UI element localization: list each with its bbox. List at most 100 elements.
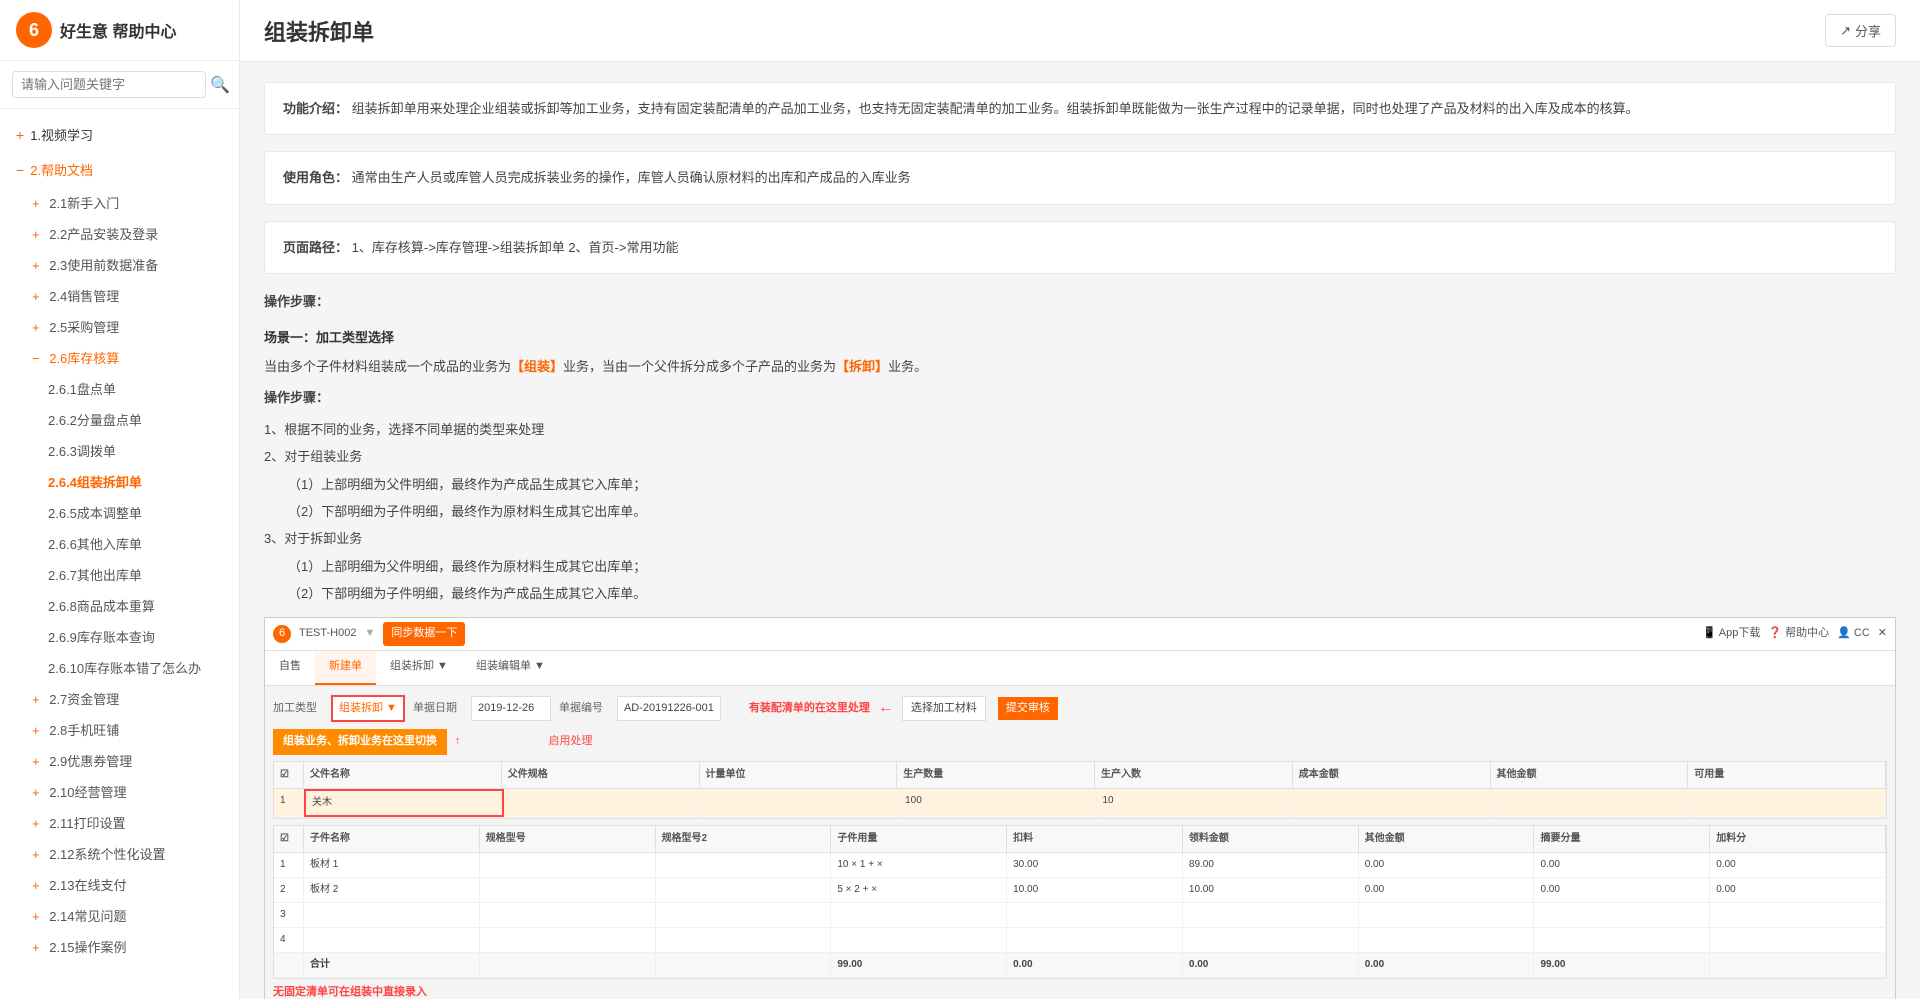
form-dan-value[interactable]: AD-20191226-001	[617, 696, 721, 722]
row-entry: 10	[1097, 789, 1294, 817]
form-type-select[interactable]: 组装拆卸 ▼	[331, 695, 405, 723]
sidebar-item-docs[interactable]: − 2.帮助文档	[0, 152, 239, 187]
sub-col-other: 其他金额	[1359, 826, 1535, 852]
select-material-btn[interactable]: 选择加工材料	[902, 696, 986, 722]
sidebar-item-2-6-2[interactable]: 2.6.2分量盘点单	[0, 404, 239, 435]
sidebar-item-2-11[interactable]: + 2.11打印设置	[0, 807, 239, 838]
sidebar-item-2-6-8[interactable]: 2.6.8商品成本重算	[0, 590, 239, 621]
keyword-assembly: 【组装】	[511, 359, 563, 374]
share-button[interactable]: ↗ 分享	[1825, 14, 1896, 47]
role-label: 使用角色：	[283, 170, 348, 185]
sidebar-item-2-6-1[interactable]: 2.6.1盘点单	[0, 373, 239, 404]
search-input[interactable]	[12, 71, 206, 98]
sidebar-item-2-12[interactable]: + 2.12系统个性化设置	[0, 838, 239, 869]
sidebar-item-2-1[interactable]: + 2.1新手入门	[0, 187, 239, 218]
topbar-divider: ▼	[364, 624, 375, 644]
sidebar-item-2-6-3[interactable]: 2.6.3调拨单	[0, 435, 239, 466]
sub-row-empty7	[1359, 903, 1535, 927]
scenario1-title: 场景一：加工类型选择	[264, 326, 1896, 349]
sidebar-item-label: 2.1新手入门	[49, 196, 119, 211]
logo-icon: 6	[16, 12, 52, 48]
sidebar-item-2-6-9[interactable]: 2.6.9库存账本查询	[0, 621, 239, 652]
nav-tab-assembly[interactable]: 组装拆卸 ▼	[376, 651, 462, 685]
topbar-left: 6 TEST-H002 ▼ 同步数据一下	[273, 622, 465, 646]
sub-row4-empty5	[1007, 928, 1183, 952]
sub-row-cut2: 10.00	[1007, 878, 1183, 902]
row-avail	[1689, 789, 1886, 817]
sidebar-item-label: 2.6.7其他出库单	[48, 568, 142, 583]
parent-table: ☑ 父件名称 父件规格 计量单位 生产数量 生产入数 成本金额 其他金额 可用量…	[273, 761, 1887, 819]
sidebar-item-2-9[interactable]: + 2.9优惠券管理	[0, 745, 239, 776]
keyword-disassemble: 【拆卸】	[836, 359, 888, 374]
sidebar-item-2-13[interactable]: + 2.13在线支付	[0, 869, 239, 900]
topbar-app-icon: 📱 App下载	[1703, 624, 1761, 644]
nav-tab-new[interactable]: 新建单	[315, 651, 376, 685]
sidebar-item-2-6-7[interactable]: 2.6.7其他出库单	[0, 559, 239, 590]
expand-icon: +	[16, 127, 24, 143]
sidebar-item-2-6[interactable]: − 2.6库存核算	[0, 342, 239, 373]
sub-row-num2: 2	[274, 878, 304, 902]
row-unit	[702, 789, 899, 817]
step3: 3、对于拆卸业务	[264, 527, 1896, 550]
form-label-date: 单据日期	[413, 699, 463, 719]
sub-row-qty1: 10 × 1 + ×	[831, 853, 1007, 877]
step2: 2、对于组装业务	[264, 445, 1896, 468]
col-avail: 可用量	[1688, 762, 1886, 788]
path-label: 页面路径：	[283, 240, 348, 255]
row-spec	[504, 789, 701, 817]
sub-row-empty4	[831, 903, 1007, 927]
main-content: 功能介绍： 组装拆卸单用来处理企业组装或拆卸等加工业务，支持有固定装配清单的产品…	[240, 62, 1920, 999]
form-date-value[interactable]: 2019-12-26	[471, 696, 551, 722]
sidebar-item-label: 2.2产品安装及登录	[49, 227, 158, 242]
sidebar-item-2-10[interactable]: + 2.10经营管理	[0, 776, 239, 807]
footer-other: 0.00	[1359, 953, 1535, 977]
sub-col-amount: 领料金额	[1183, 826, 1359, 852]
main-header: 组装拆卸单 ↗ 分享	[240, 0, 1920, 62]
table-header: ☑ 父件名称 父件规格 计量单位 生产数量 生产入数 成本金额 其他金额 可用量	[274, 762, 1886, 789]
sidebar-item-2-7[interactable]: + 2.7资金管理	[0, 683, 239, 714]
sidebar-item-label: 2.7资金管理	[49, 692, 119, 707]
sub-col-name: 子件名称	[304, 826, 480, 852]
search-button[interactable]: 🔍	[206, 75, 234, 95]
sub-row-empty2	[480, 903, 656, 927]
sidebar-item-2-6-5[interactable]: 2.6.5成本调整单	[0, 497, 239, 528]
intro-text: 组装拆卸单用来处理企业组装或拆卸等加工业务，支持有固定装配清单的产品加工业务，也…	[352, 101, 1639, 116]
path-text: 1、库存核算->库存管理->组装拆卸单 2、首页->常用功能	[352, 240, 679, 255]
row-other	[1491, 789, 1688, 817]
close-icon[interactable]: ✕	[1878, 624, 1887, 644]
nav-tab-edit[interactable]: 组装编辑单 ▼	[462, 651, 559, 685]
search-box: 🔍	[0, 61, 239, 109]
sub-row-add2: 0.00	[1710, 878, 1886, 902]
sidebar-item-2-8[interactable]: + 2.8手机旺铺	[0, 714, 239, 745]
sync-button[interactable]: 同步数据一下	[383, 622, 465, 646]
sub-row-amt2: 10.00	[1183, 878, 1359, 902]
sidebar-item-2-6-4[interactable]: 2.6.4组装拆卸单	[0, 466, 239, 497]
sidebar-item-label: 2.6.4组装拆卸单	[48, 475, 142, 490]
sidebar-item-label: 2.6.1盘点单	[48, 382, 116, 397]
sidebar-item-2-2[interactable]: + 2.2产品安装及登录	[0, 218, 239, 249]
sub-row-spec1b	[656, 853, 832, 877]
sub-row-spec2b	[656, 878, 832, 902]
sub-row-empty8	[1534, 903, 1710, 927]
nav-tab-home[interactable]: 自售	[265, 651, 315, 685]
row-check: 1	[274, 789, 304, 817]
submit-btn[interactable]: 提交审核	[998, 697, 1058, 721]
sidebar-item-2-14[interactable]: + 2.14常见问题	[0, 900, 239, 931]
sidebar-item-label: 2.10经营管理	[49, 785, 126, 800]
sidebar-item-2-3[interactable]: + 2.3使用前数据准备	[0, 249, 239, 280]
sidebar-item-2-4[interactable]: + 2.4销售管理	[0, 280, 239, 311]
sub-table-footer: 合计 99.00 0.00 0.00 0.00 99.00	[274, 953, 1886, 978]
sidebar-item-2-6-10[interactable]: 2.6.10库存账本错了怎么办	[0, 652, 239, 683]
sidebar-item-video[interactable]: + 1.视频学习	[0, 117, 239, 152]
sub-col-add: 加料分	[1710, 826, 1886, 852]
sidebar-item-2-15[interactable]: + 2.15操作案例	[0, 931, 239, 962]
app-topbar: 6 TEST-H002 ▼ 同步数据一下 📱 App下载 ❓ 帮助中心 👤 CC…	[265, 618, 1895, 651]
role-text: 通常由生产人员或库管人员完成拆装业务的操作，库管人员确认原材料的出库和产成品的入…	[352, 170, 911, 185]
sidebar-item-2-5[interactable]: + 2.5采购管理	[0, 311, 239, 342]
sidebar-item-label: 2.3使用前数据准备	[49, 258, 158, 273]
sub-row-rem1: 0.00	[1534, 853, 1710, 877]
sidebar-item-2-6-6[interactable]: 2.6.6其他入库单	[0, 528, 239, 559]
sub-row-empty3	[656, 903, 832, 927]
sidebar-item-label: 2.5采购管理	[49, 320, 119, 335]
sub-row-rem2: 0.00	[1534, 878, 1710, 902]
